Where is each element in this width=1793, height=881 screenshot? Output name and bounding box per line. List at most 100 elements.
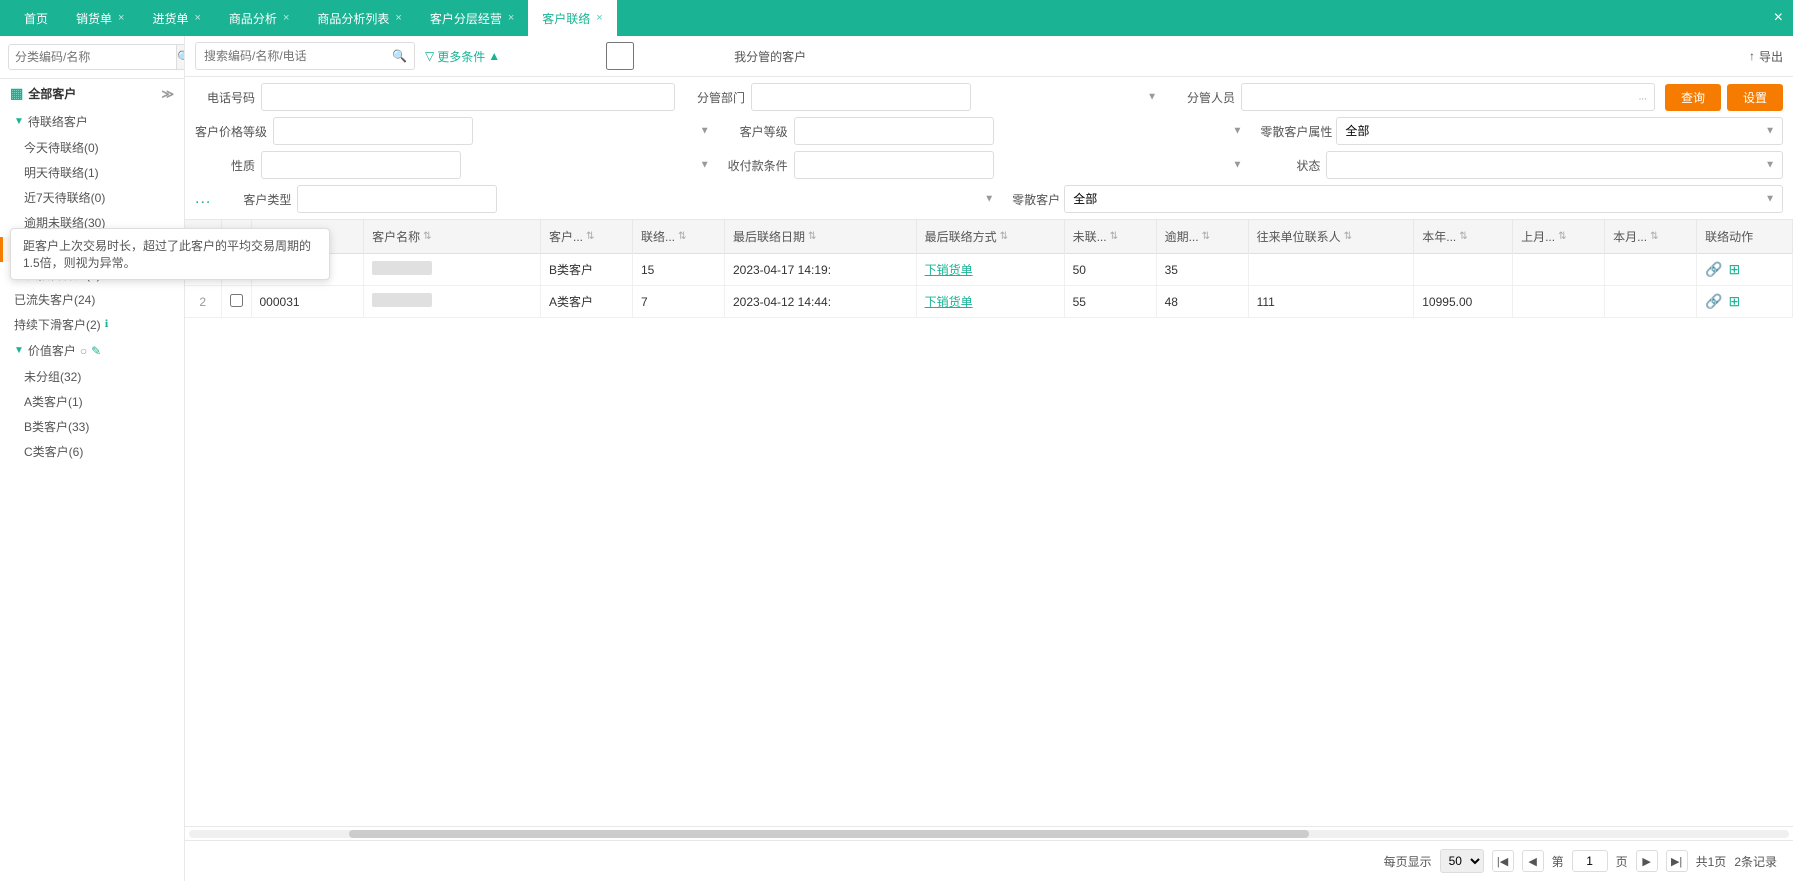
filter-more-dots[interactable]: ... [195,190,211,208]
row-last-month-2 [1513,286,1605,318]
sort-uncontacted-icon[interactable]: ⇅ [1110,231,1118,242]
payment-terms-wrapper: ▼ [794,151,1251,179]
row-name-1 [364,254,541,286]
last-method-link-1[interactable]: 下销货单 [925,263,973,277]
col-customer-level: 客户... ⇅ [541,220,633,254]
row-2-grid-icon[interactable]: ⊞ [1729,293,1741,310]
sort-name-icon[interactable]: ⇅ [423,231,431,242]
sidebar-search-input[interactable] [8,44,177,70]
my-customers-checkbox[interactable] [510,42,730,70]
payment-terms-select[interactable] [794,151,994,179]
customer-price-level-select[interactable] [273,117,473,145]
sidebar-item-continuously-down[interactable]: 持续下滑客户(2) ℹ [0,312,184,337]
row-this-month-1 [1605,254,1697,286]
close-window-icon[interactable]: × [1774,9,1783,27]
phone-label: 电话号码 [195,89,255,106]
filter-branch-person: 分管人员 ... [1175,83,1655,111]
nav-product-analysis-list[interactable]: 商品分析列表 × [303,0,415,36]
main-search-icon[interactable]: 🔍 [392,49,407,63]
sidebar-search-area: 🔍 [0,36,184,79]
customer-name-blur-1 [372,261,432,275]
retail-customer-select[interactable]: 全部 [1064,185,1783,213]
first-page-button[interactable]: |◀ [1492,850,1514,872]
filter-status: 状态 ▼ [1260,151,1783,179]
settings-button[interactable]: 设置 [1727,84,1783,111]
continuously-down-info-icon[interactable]: ℹ [105,319,109,330]
status-wrapper: ▼ [1326,151,1783,179]
nav-product-analysis[interactable]: 商品分析 × [215,0,303,36]
nav-purchase-order[interactable]: 进货单 × [138,0,214,36]
customer-level-select[interactable] [794,117,994,145]
sidebar-item-ungroup[interactable]: 未分组(32) [0,364,184,389]
top-nav: 首页 销货单 × 进货单 × 商品分析 × 商品分析列表 × 客户分层经营 × … [0,0,1793,36]
sidebar-item-a-class[interactable]: A类客户(1) [0,389,184,414]
branch-person-select[interactable] [1241,83,1655,111]
page-input[interactable] [1572,850,1608,872]
row-1-link-icon[interactable]: 🔗 [1705,261,1722,278]
branch-dept-select[interactable] [751,83,971,111]
last-page-button[interactable]: ▶| [1666,850,1688,872]
sort-level-icon[interactable]: ⇅ [586,231,594,242]
phone-input[interactable] [261,83,675,111]
main-search-input[interactable] [195,42,415,70]
sidebar-item-tomorrow-pending[interactable]: 明天待联络(1) [0,160,184,185]
sort-last-date-icon[interactable]: ⇅ [808,231,816,242]
customer-type-select[interactable] [297,185,497,213]
value-customers-edit-icon[interactable]: ✎ [91,344,101,358]
last-method-link-2[interactable]: 下销货单 [925,295,973,309]
sidebar-all-customers[interactable]: ▦ 全部客户 ≫ [0,79,184,108]
page-suffix: 页 [1616,853,1628,870]
sidebar-item-b-class[interactable]: B类客户(33) [0,414,184,439]
export-button[interactable]: ↑ 导出 [1749,48,1783,65]
row-last-month-1 [1513,254,1605,286]
next-page-button[interactable]: ▶ [1636,850,1658,872]
more-filters-button[interactable]: ▽ 更多条件 ▲ [425,48,500,65]
close-customer-contact-icon[interactable]: × [596,12,602,24]
value-customers-title[interactable]: ▼ 价值客户 ○ ✎ [0,337,184,364]
nav-home[interactable]: 首页 [10,0,62,36]
sidebar-item-c-class[interactable]: C类客户(6) [0,439,184,464]
sidebar-search-button[interactable]: 🔍 [177,44,185,70]
sort-unit-contact-icon[interactable]: ⇅ [1344,231,1352,242]
close-product-analysis-list-icon[interactable]: × [395,12,401,24]
pending-contact-title[interactable]: ▼ 待联络客户 [0,108,184,135]
close-purchase-order-icon[interactable]: × [194,12,200,24]
filter-phone: 电话号码 [195,83,675,111]
sidebar-item-today-pending[interactable]: 今天待联络(0) [0,135,184,160]
sort-last-method-icon[interactable]: ⇅ [1000,231,1008,242]
retail-attr-select[interactable]: 全部 [1336,117,1783,145]
sort-overdue-icon[interactable]: ⇅ [1202,231,1210,242]
nav-sales-order[interactable]: 销货单 × [62,0,138,36]
row-contact-count-2: 7 [632,286,724,318]
nav-customer-contact[interactable]: 客户联络 × [528,0,616,36]
row-1-grid-icon[interactable]: ⊞ [1729,261,1741,278]
per-page-select[interactable]: 50 [1440,849,1484,873]
gender-select[interactable] [261,151,461,179]
status-label: 状态 [1260,157,1320,174]
query-button[interactable]: 查询 [1665,84,1721,111]
row-actions-2: 🔗 ⊞ [1697,286,1793,318]
action-buttons: 查询 设置 [1665,84,1783,111]
prev-page-button[interactable]: ◀ [1522,850,1544,872]
nav-customer-segmentation[interactable]: 客户分层经营 × [416,0,528,36]
sidebar-collapse-icon[interactable]: ≫ [161,87,174,101]
gender-arrow-icon: ▼ [700,160,710,171]
close-customer-segmentation-icon[interactable]: × [508,12,514,24]
sidebar-item-7day-pending[interactable]: 近7天待联络(0) [0,185,184,210]
row-name-2 [364,286,541,318]
value-customers-radio-icon[interactable]: ○ [80,344,87,358]
gender-wrapper: ▼ [261,151,718,179]
close-sales-order-icon[interactable]: × [118,12,124,24]
row-2-link-icon[interactable]: 🔗 [1705,293,1722,310]
sidebar-item-already-lost[interactable]: 已流失客户(24) [0,287,184,312]
horizontal-scrollbar[interactable] [189,830,1789,838]
close-product-analysis-icon[interactable]: × [283,12,289,24]
sort-this-year-icon[interactable]: ⇅ [1459,231,1467,242]
status-select[interactable] [1326,151,1783,179]
horizontal-scrollbar-thumb[interactable] [349,830,1309,838]
sort-this-month-icon[interactable]: ⇅ [1650,231,1658,242]
sort-last-month-icon[interactable]: ⇅ [1558,231,1566,242]
row-2-checkbox[interactable] [230,294,243,307]
customer-price-level-wrapper: ▼ [273,117,718,145]
sort-contact-count-icon[interactable]: ⇅ [678,231,686,242]
